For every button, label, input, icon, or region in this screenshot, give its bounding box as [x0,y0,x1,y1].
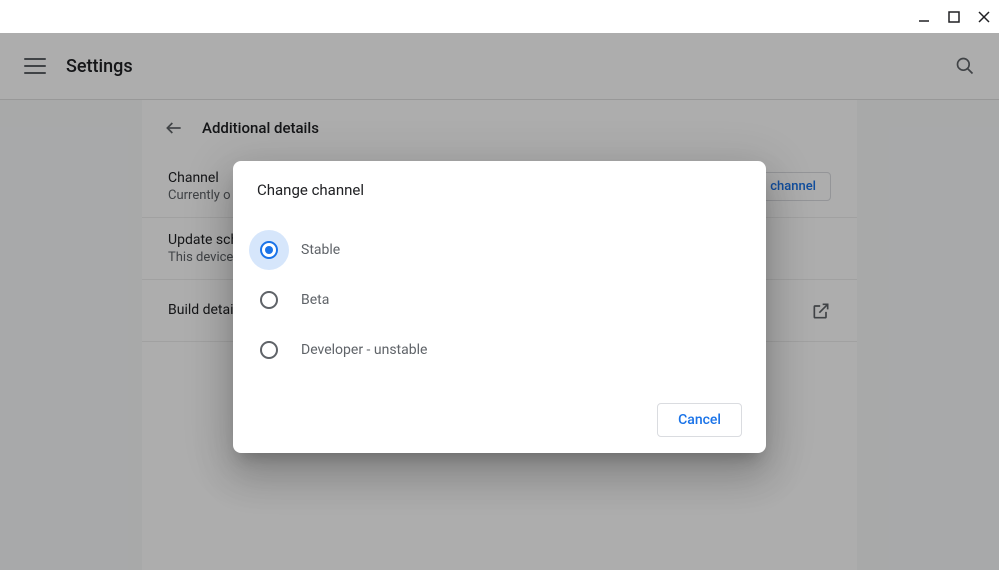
maximize-icon[interactable] [947,10,961,24]
window-titlebar [0,0,999,33]
dialog-actions: Cancel [257,403,742,437]
minimize-icon[interactable] [917,10,931,24]
radio-icon [249,280,289,320]
radio-label: Beta [301,292,329,308]
dialog-title: Change channel [257,181,742,199]
radio-option-stable[interactable]: Stable [249,225,742,275]
channel-radio-group: Stable Beta Developer - unstable [249,225,742,375]
radio-option-developer[interactable]: Developer - unstable [249,325,742,375]
radio-icon [249,330,289,370]
radio-label: Developer - unstable [301,342,427,358]
radio-option-beta[interactable]: Beta [249,275,742,325]
close-icon[interactable] [977,10,991,24]
change-channel-dialog: Change channel Stable Beta Developer - u… [233,161,766,453]
radio-icon [249,230,289,270]
cancel-button[interactable]: Cancel [657,403,742,437]
radio-label: Stable [301,242,340,258]
dialog-backdrop[interactable]: Change channel Stable Beta Developer - u… [0,33,999,570]
